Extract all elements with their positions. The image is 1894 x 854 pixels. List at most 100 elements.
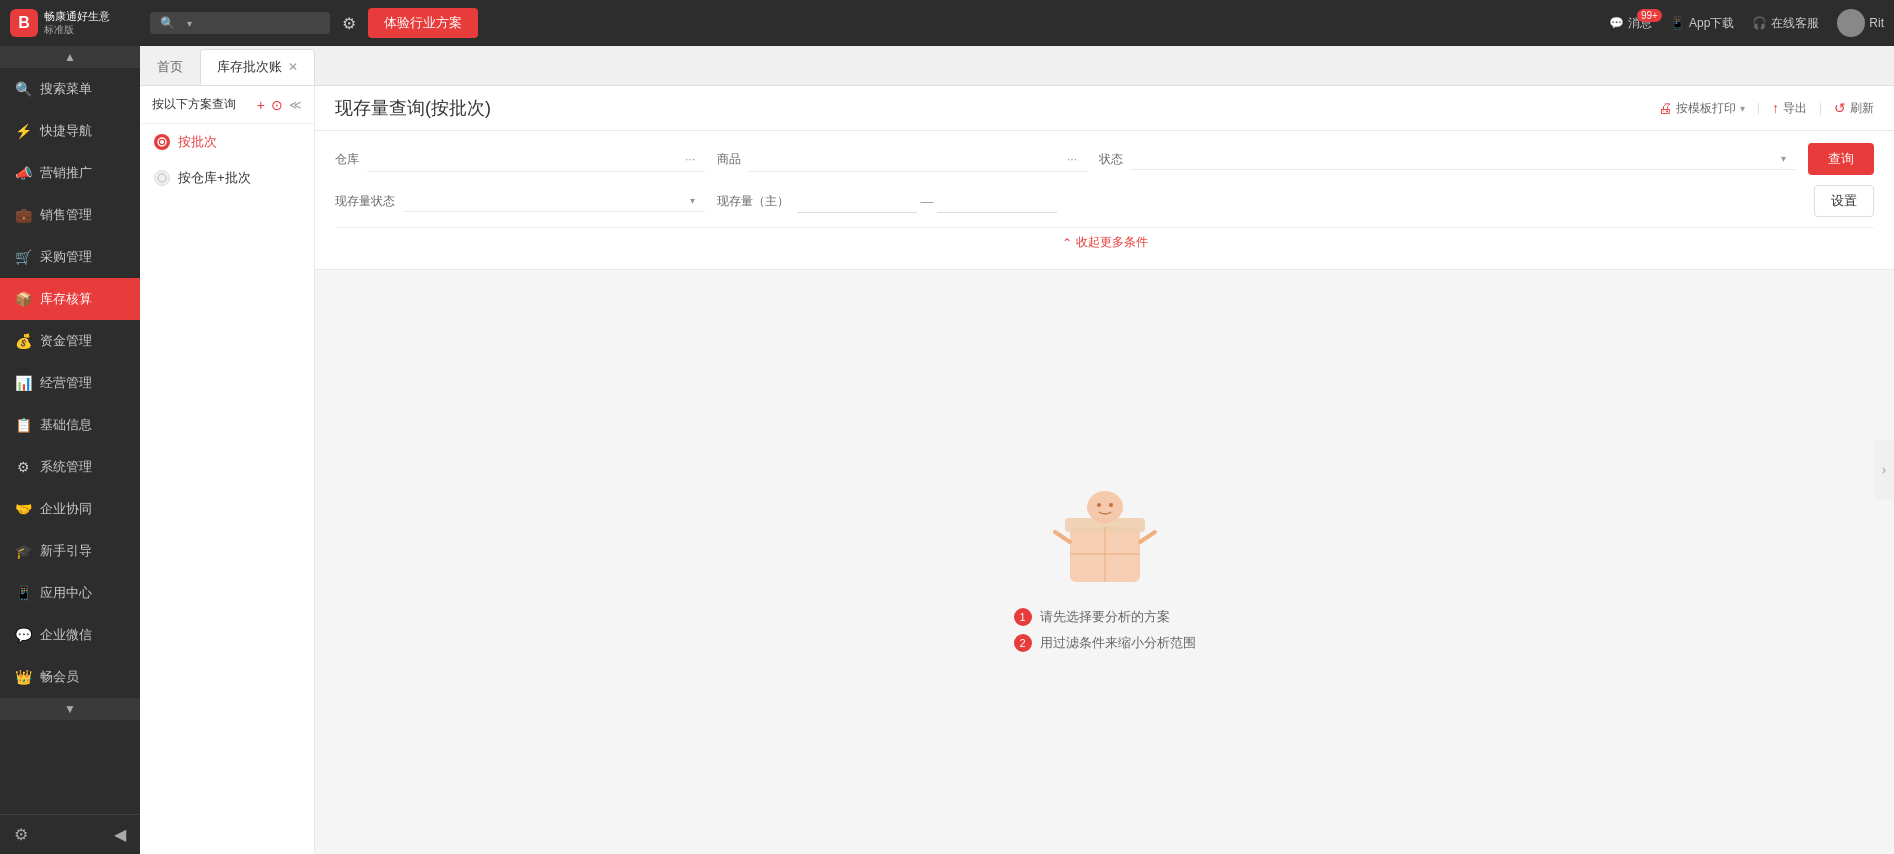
print-icon: 🖨: [1658, 100, 1672, 116]
add-solution-icon[interactable]: +: [257, 97, 265, 113]
inventory-status-filter: 现存量状态 ▾: [335, 190, 705, 212]
sidebar-item-search[interactable]: 🔍 搜索菜单: [0, 68, 140, 110]
inventory-qty-min[interactable]: [797, 190, 917, 213]
sidebar-item-wechat[interactable]: 💬 企业微信: [0, 614, 140, 656]
sidebar-item-shortcut[interactable]: ⚡ 快捷导航: [0, 110, 140, 152]
sidebar-item-inventory[interactable]: 📦 库存核算: [0, 278, 140, 320]
enterprise-icon: 🤝: [14, 500, 32, 518]
apps-icon: 📱: [14, 584, 32, 602]
query-button[interactable]: 查询: [1808, 143, 1874, 175]
inventory-qty-max[interactable]: [937, 190, 1057, 213]
sidebar-item-finance[interactable]: 💰 资金管理: [0, 320, 140, 362]
tab-home[interactable]: 首页: [140, 49, 200, 85]
page-header-actions: 🖨 按模板打印 ▾ | ↑ 导出 | ↺ 刷新: [1658, 100, 1874, 117]
collapse-panel-icon[interactable]: ≪: [289, 98, 302, 112]
settings-solution-icon[interactable]: ⊙: [271, 97, 283, 113]
sidebar-item-newbie[interactable]: 🎓 新手引导: [0, 530, 140, 572]
solution-dot-secondary: [154, 170, 170, 186]
newbie-icon: 🎓: [14, 542, 32, 560]
sidebar: ▲ 🔍 搜索菜单 ⚡ 快捷导航 📣 营销推广 💼 销售管理 🛒 采购管理 📦 库…: [0, 46, 140, 854]
gear-button[interactable]: ⚙: [338, 10, 360, 37]
sidebar-item-system[interactable]: ⚙ 系统管理: [0, 446, 140, 488]
user-avatar-button[interactable]: Rit: [1837, 9, 1884, 37]
solution-item-by-warehouse-batch[interactable]: 按仓库+批次: [140, 160, 314, 196]
svg-point-6: [1097, 503, 1101, 507]
sidebar-item-sales[interactable]: 💼 销售管理: [0, 194, 140, 236]
sidebar-item-basic[interactable]: 📋 基础信息: [0, 404, 140, 446]
status-input[interactable]: ▾: [1131, 148, 1796, 170]
sidebar-item-operations[interactable]: 📊 经营管理: [0, 362, 140, 404]
main-layout: ▲ 🔍 搜索菜单 ⚡ 快捷导航 📣 营销推广 💼 销售管理 🛒 采购管理 📦 库…: [0, 46, 1894, 854]
sidebar-item-apps[interactable]: 📱 应用中心: [0, 572, 140, 614]
header-right: 💬 消息 99+ 📱 App下载 🎧 在线客服 Rit: [1609, 9, 1884, 37]
empty-steps: 1 请先选择要分析的方案 2 用过滤条件来缩小分析范围: [1014, 608, 1196, 652]
tab-close-icon[interactable]: ✕: [288, 60, 298, 74]
empty-illustration: [1045, 472, 1165, 592]
messages-icon: 💬: [1609, 16, 1624, 30]
solution-panel-actions: + ⊙ ≪: [257, 97, 302, 113]
sidebar-scroll-down[interactable]: ▼: [0, 698, 140, 720]
sidebar-item-members[interactable]: 👑 畅会员: [0, 656, 140, 698]
collapse-sidebar-icon[interactable]: ◀: [114, 825, 126, 844]
sales-icon: 💼: [14, 206, 32, 224]
shortcut-icon: ⚡: [14, 122, 32, 140]
inventory-qty-label: 现存量（主）: [717, 193, 789, 210]
sidebar-bottom: ⚙ ◀: [0, 814, 140, 854]
status-dropdown-icon: ▾: [1781, 153, 1786, 164]
solution-item-by-batch[interactable]: 按批次: [140, 124, 314, 160]
warehouse-filter: 仓库 ···: [335, 147, 705, 172]
filter-area: 仓库 ··· 商品 ···: [315, 131, 1894, 270]
svg-point-2: [158, 174, 166, 182]
inventory-status-input[interactable]: ▾: [403, 190, 705, 212]
sidebar-item-purchase[interactable]: 🛒 采购管理: [0, 236, 140, 278]
collapse-up-icon: ⌃: [1062, 236, 1072, 250]
members-icon: 👑: [14, 668, 32, 686]
search-bar[interactable]: 🔍 ▾: [150, 12, 330, 34]
app-download-button[interactable]: 📱 App下载: [1670, 15, 1734, 32]
export-icon: ↑: [1772, 100, 1779, 116]
marketing-icon: 📣: [14, 164, 32, 182]
basic-icon: 📋: [14, 416, 32, 434]
empty-svg: [1045, 472, 1165, 592]
online-support-button[interactable]: 🎧 在线客服: [1752, 15, 1819, 32]
content-area: 首页 库存批次账 ✕ 按以下方案查询 + ⊙ ≪: [140, 46, 1894, 854]
solution-dot: [154, 134, 170, 150]
goods-more[interactable]: ···: [1067, 152, 1077, 166]
sidebar-scroll-up[interactable]: ▲: [0, 46, 140, 68]
page-header: 现存量查询(按批次) 🖨 按模板打印 ▾ | ↑ 导出 |: [315, 86, 1894, 131]
export-button[interactable]: ↑ 导出: [1772, 100, 1807, 117]
finance-icon: 💰: [14, 332, 32, 350]
goods-label: 商品: [717, 151, 741, 168]
warehouse-more[interactable]: ···: [685, 152, 695, 166]
goods-input[interactable]: ···: [749, 147, 1087, 172]
avatar: [1837, 9, 1865, 37]
messages-button[interactable]: 💬 消息 99+: [1609, 15, 1652, 32]
inventory-status-dropdown-icon: ▾: [690, 195, 695, 206]
svg-point-7: [1109, 503, 1113, 507]
sidebar-item-marketing[interactable]: 📣 营销推广: [0, 152, 140, 194]
inventory-status-label: 现存量状态: [335, 193, 395, 210]
settings-icon[interactable]: ⚙: [14, 825, 28, 844]
inventory-icon: 📦: [14, 290, 32, 308]
right-panel-toggle[interactable]: ›: [1874, 440, 1894, 500]
range-separator: —: [917, 194, 937, 209]
sidebar-item-enterprise[interactable]: 🤝 企业协同: [0, 488, 140, 530]
purchase-icon: 🛒: [14, 248, 32, 266]
tab-bar: 首页 库存批次账 ✕: [140, 46, 1894, 86]
warehouse-label: 仓库: [335, 151, 359, 168]
logo-area: B 畅康通好生意 标准版: [10, 9, 150, 37]
refresh-button[interactable]: ↺ 刷新: [1834, 100, 1874, 117]
right-panel-arrow-icon: ›: [1882, 463, 1886, 477]
page-content: 按以下方案查询 + ⊙ ≪ 按批次: [140, 86, 1894, 854]
solution-panel-header: 按以下方案查询 + ⊙ ≪: [140, 86, 314, 124]
experience-button[interactable]: 体验行业方案: [368, 8, 478, 38]
collapse-bar[interactable]: ⌃ 收起更多条件: [335, 227, 1874, 257]
app-version: 标准版: [44, 23, 110, 37]
goods-filter: 商品 ···: [717, 147, 1087, 172]
warehouse-input[interactable]: ···: [367, 147, 705, 172]
dropdown-arrow-icon: ▾: [187, 18, 192, 29]
print-button[interactable]: 🖨 按模板打印 ▾: [1658, 100, 1745, 117]
settings-button[interactable]: 设置: [1814, 185, 1874, 217]
tab-inventory-batch[interactable]: 库存批次账 ✕: [200, 49, 315, 85]
print-dropdown-icon: ▾: [1740, 103, 1745, 114]
